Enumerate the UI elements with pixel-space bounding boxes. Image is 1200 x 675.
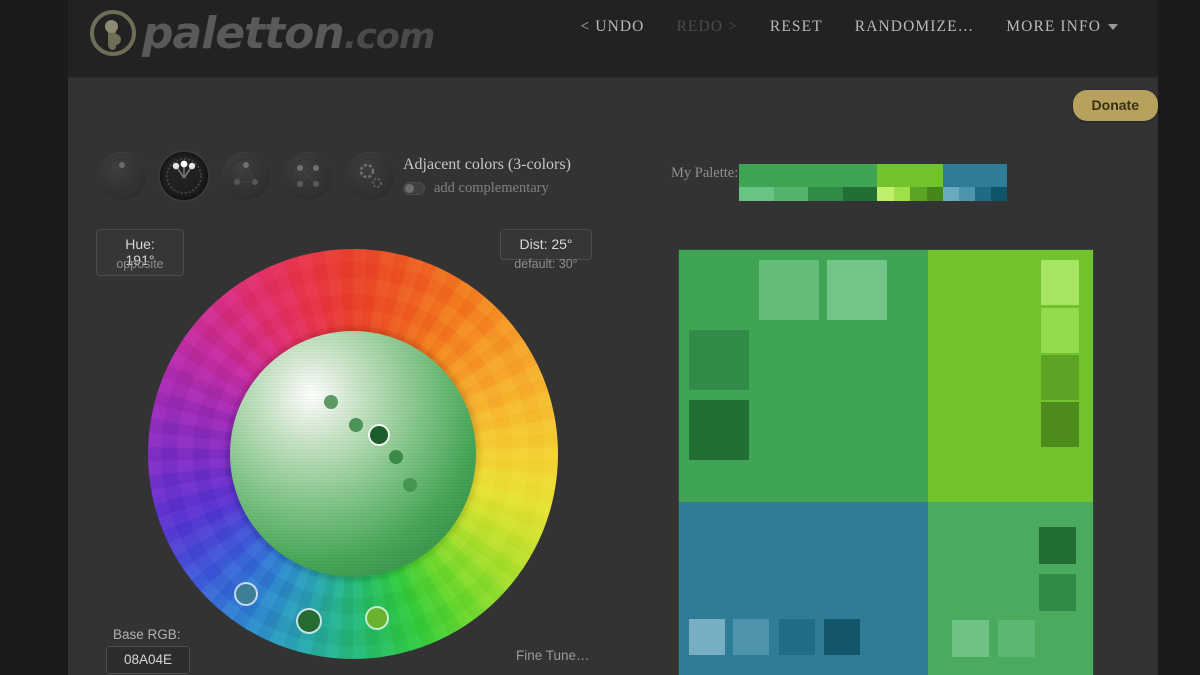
my-palette-group-1[interactable]: [877, 164, 943, 201]
preview-quadrant-top-right[interactable]: [928, 250, 1093, 502]
nav-undo[interactable]: < UNDO: [580, 18, 644, 36]
chevron-down-icon: [1108, 24, 1118, 30]
adjacent-colors-icon: [160, 152, 208, 200]
wheel-marker-3[interactable]: [389, 450, 403, 464]
my-palette-subswatches-0: [739, 187, 877, 201]
wheel-marker-2[interactable]: [370, 426, 388, 444]
my-palette-main-swatch-2[interactable]: [943, 164, 1007, 187]
preview-quadrant-top-right-swatch-3[interactable]: [1041, 402, 1079, 447]
nav-more-info-label: MORE INFO: [1006, 18, 1101, 35]
paletton-logo-icon: [90, 10, 136, 56]
my-palette-subswatches-1: [877, 187, 943, 201]
add-complementary-toggle[interactable]: [403, 182, 425, 195]
nav-redo[interactable]: REDO >: [676, 18, 737, 36]
scheme-button-triad[interactable]: [222, 152, 270, 200]
preview-quadrant-top-left-swatch-3[interactable]: [689, 400, 749, 460]
my-palette-sub-swatch-2-3[interactable]: [991, 187, 1007, 201]
wheel-marker-7[interactable]: [367, 608, 387, 628]
logo-suffix-text: .com: [344, 17, 435, 57]
my-palette-sub-swatch-0-0[interactable]: [739, 187, 774, 201]
my-palette-sub-swatch-2-2[interactable]: [975, 187, 991, 201]
color-wheel[interactable]: [148, 249, 558, 659]
scheme-selector: [98, 152, 394, 200]
preview-quadrant-bottom-right-swatch-2[interactable]: [952, 620, 989, 657]
my-palette-group-2[interactable]: [943, 164, 1007, 201]
preview-quadrant-top-left-swatch-0[interactable]: [759, 260, 819, 320]
my-palette-main-swatch-1[interactable]: [877, 164, 943, 187]
preview-quadrant-top-left-swatch-2[interactable]: [689, 330, 749, 390]
preview-quadrant-bottom-right-swatch-0[interactable]: [1039, 527, 1076, 564]
preview-quadrant-bottom-right[interactable]: [928, 502, 1093, 675]
logo-primary-text: paletton: [142, 8, 344, 59]
nav-more-info[interactable]: MORE INFO: [1006, 18, 1118, 36]
my-palette-subswatches-2: [943, 187, 1007, 201]
logo-wordmark: paletton.com: [142, 8, 434, 59]
my-palette-label: My Palette:: [671, 165, 738, 182]
right-page-gutter: [1158, 0, 1200, 675]
my-palette-sub-swatch-0-2[interactable]: [808, 187, 843, 201]
nav-randomize[interactable]: RANDOMIZE…: [855, 18, 975, 36]
paletton-app: paletton.com < UNDO REDO > RESET RANDOMI…: [0, 0, 1200, 675]
preview-quadrant-top-left[interactable]: [679, 250, 928, 502]
scheme-button-free-style[interactable]: [346, 152, 394, 200]
preview-quadrant-bottom-left[interactable]: [679, 502, 928, 675]
preview-quadrant-top-right-swatch-0[interactable]: [1041, 260, 1079, 305]
left-page-gutter: [0, 0, 68, 675]
monochromatic-icon: [98, 152, 146, 200]
site-header: paletton.com < UNDO REDO > RESET RANDOMI…: [68, 0, 1158, 78]
wheel-marker-1[interactable]: [349, 418, 363, 432]
preview-quadrant-bottom-right-swatch-1[interactable]: [1039, 574, 1076, 611]
my-palette-sub-swatch-0-1[interactable]: [774, 187, 809, 201]
preview-quadrant-top-right-swatch-1[interactable]: [1041, 308, 1079, 353]
base-rgb-input[interactable]: 08A04E: [106, 646, 190, 674]
add-complementary-row[interactable]: add complementary: [403, 180, 549, 197]
my-palette-sub-swatch-1-0[interactable]: [877, 187, 894, 201]
donate-button[interactable]: Donate: [1073, 90, 1158, 121]
my-palette-sub-swatch-0-3[interactable]: [843, 187, 878, 201]
my-palette-sub-swatch-1-3[interactable]: [927, 187, 944, 201]
preview-quadrant-top-right-swatch-2[interactable]: [1041, 355, 1079, 400]
my-palette-strip[interactable]: [739, 164, 1007, 201]
tetrad-icon: [284, 152, 332, 200]
main-nav: < UNDO REDO > RESET RANDOMIZE… MORE INFO: [580, 18, 1118, 36]
my-palette-sub-swatch-1-2[interactable]: [910, 187, 927, 201]
wheel-marker-0[interactable]: [324, 395, 338, 409]
free-style-icon: [346, 152, 394, 200]
nav-reset[interactable]: RESET: [770, 18, 823, 36]
scheme-button-monochromatic[interactable]: [98, 152, 146, 200]
scheme-button-adjacent[interactable]: [160, 152, 208, 200]
my-palette-sub-swatch-1-1[interactable]: [894, 187, 911, 201]
wheel-marker-4[interactable]: [403, 478, 417, 492]
wheel-marker-6[interactable]: [298, 610, 320, 632]
preview-quadrant-bottom-right-swatch-3[interactable]: [998, 620, 1035, 657]
my-palette-sub-swatch-2-0[interactable]: [943, 187, 959, 201]
scheme-button-tetrad[interactable]: [284, 152, 332, 200]
wheel-marker-5[interactable]: [236, 584, 256, 604]
preview-quadrant-top-left-swatch-1[interactable]: [827, 260, 887, 320]
triad-icon: [222, 152, 270, 200]
preview-quadrant-bottom-left-swatch-3[interactable]: [824, 619, 860, 655]
site-logo[interactable]: paletton.com: [90, 2, 434, 64]
my-palette-group-0[interactable]: [739, 164, 877, 201]
my-palette-main-swatch-0[interactable]: [739, 164, 877, 187]
saturation-brightness-disc[interactable]: [230, 331, 476, 577]
preview-quadrant-bottom-left-swatch-0[interactable]: [689, 619, 725, 655]
fine-tune-link[interactable]: Fine Tune…: [516, 648, 590, 663]
preview-quadrant-bottom-left-swatch-2[interactable]: [779, 619, 815, 655]
palette-preview[interactable]: [679, 250, 1093, 675]
scheme-name-label: Adjacent colors (3-colors): [403, 156, 571, 174]
add-complementary-label: add complementary: [434, 180, 549, 197]
my-palette-sub-swatch-2-1[interactable]: [959, 187, 975, 201]
preview-quadrant-bottom-left-swatch-1[interactable]: [733, 619, 769, 655]
base-rgb-label: Base RGB:: [113, 627, 181, 642]
